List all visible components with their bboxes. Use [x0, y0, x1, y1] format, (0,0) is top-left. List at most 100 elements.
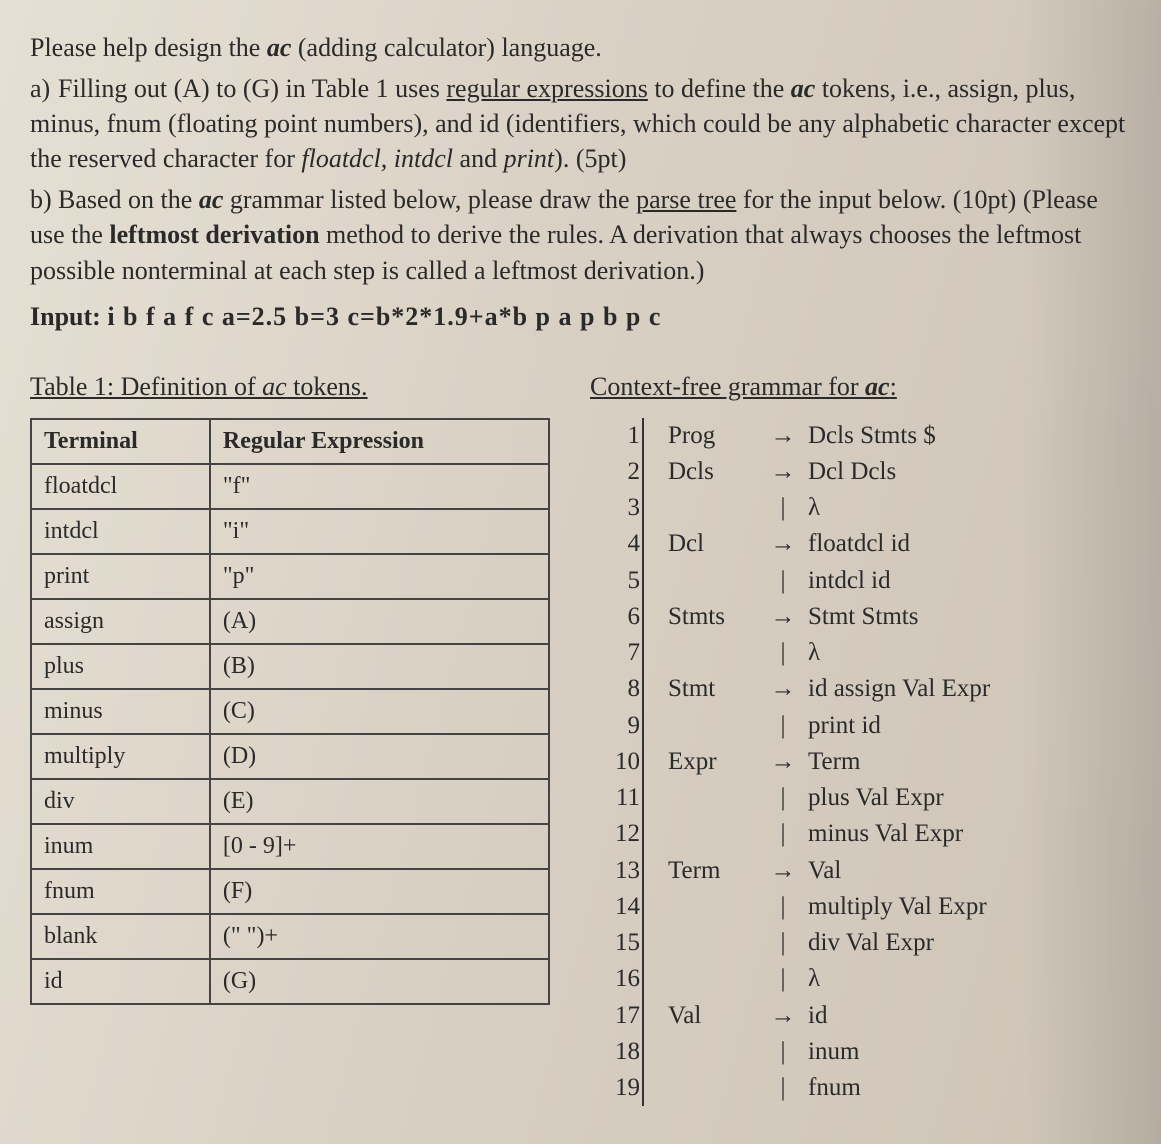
- cell-terminal: intdcl: [31, 509, 210, 554]
- rule-number: 18: [590, 1034, 642, 1070]
- text: Context-free grammar for: [590, 372, 865, 401]
- rule-rhs: λ: [808, 961, 1131, 997]
- cell-regex: (D): [210, 734, 549, 779]
- grammar-rule: 5|intdcl id: [590, 563, 1131, 599]
- rule-bar: [642, 671, 654, 707]
- table-row: print"p": [31, 554, 549, 599]
- rule-rhs: Stmt Stmts: [808, 599, 1131, 635]
- rule-bar: [642, 1070, 654, 1106]
- grammar-rule: 1 Prog→Dcls Stmts $: [590, 418, 1131, 454]
- rule-bar: [642, 998, 654, 1034]
- grammar-rule: 2Dcls→Dcl Dcls: [590, 454, 1131, 490]
- rule-arrow: |: [758, 780, 808, 816]
- rule-bar: [642, 961, 654, 997]
- rule-arrow: |: [758, 1070, 808, 1106]
- rule-lhs: Dcl: [668, 526, 758, 562]
- rule-rhs: Val: [808, 853, 1131, 889]
- grammar-rule: 14|multiply Val Expr: [590, 889, 1131, 925]
- rule-rhs: λ: [808, 490, 1131, 526]
- rule-rhs: intdcl id: [808, 563, 1131, 599]
- rule-arrow: →: [758, 671, 808, 707]
- rule-lhs: [668, 1034, 758, 1070]
- cell-terminal: fnum: [31, 869, 210, 914]
- rule-lhs: Val: [668, 998, 758, 1034]
- rule-arrow: |: [758, 889, 808, 925]
- rule-rhs: Dcls Stmts $: [808, 418, 1131, 454]
- rule-lhs: [668, 563, 758, 599]
- rule-lhs: [668, 1070, 758, 1106]
- rule-bar: [642, 1034, 654, 1070]
- rule-number: 12: [590, 816, 642, 852]
- rule-rhs: div Val Expr: [808, 925, 1131, 961]
- grammar-rule: 4Dcl→floatdcl id: [590, 526, 1131, 562]
- text-underline: parse tree: [636, 185, 736, 214]
- cell-terminal: id: [31, 959, 210, 1004]
- grammar-rule: 16|λ: [590, 961, 1131, 997]
- table-row: plus(B): [31, 644, 549, 689]
- rule-arrow: |: [758, 816, 808, 852]
- rule-bar: [642, 490, 654, 526]
- grammar-rule: 7|λ: [590, 635, 1131, 671]
- grammar-rule: 13Term→Val: [590, 853, 1131, 889]
- col-terminal: Terminal: [31, 419, 210, 464]
- rule-arrow: |: [758, 490, 808, 526]
- table-row: multiply(D): [31, 734, 549, 779]
- rule-lhs: [668, 490, 758, 526]
- cell-regex: (" ")+: [210, 914, 549, 959]
- table-header-row: Terminal Regular Expression: [31, 419, 549, 464]
- text: tokens.: [287, 372, 368, 401]
- rule-bar: [642, 708, 654, 744]
- rule-rhs: minus Val Expr: [808, 816, 1131, 852]
- rule-arrow: →: [758, 418, 808, 454]
- col-regex: Regular Expression: [210, 419, 549, 464]
- rule-bar: [642, 889, 654, 925]
- table-row: div(E): [31, 779, 549, 824]
- text: to define the: [648, 74, 791, 103]
- rule-number: 1: [590, 418, 642, 454]
- rule-rhs: print id: [808, 708, 1131, 744]
- rule-arrow: |: [758, 635, 808, 671]
- keyword-ac: ac: [865, 372, 890, 401]
- grammar-rule: 3|λ: [590, 490, 1131, 526]
- table-row: fnum(F): [31, 869, 549, 914]
- rule-arrow: →: [758, 853, 808, 889]
- text: Please help design the: [30, 33, 267, 62]
- cell-regex: [0 - 9]+: [210, 824, 549, 869]
- text-italic: floatdcl, intdcl: [301, 144, 453, 173]
- rule-lhs: [668, 708, 758, 744]
- rule-lhs: Term: [668, 853, 758, 889]
- rule-rhs: Term: [808, 744, 1131, 780]
- cell-regex: (E): [210, 779, 549, 824]
- intro-line-1: Please help design the ac (adding calcul…: [30, 30, 1131, 65]
- table-row: blank(" ")+: [31, 914, 549, 959]
- rule-number: 2: [590, 454, 642, 490]
- grammar-rule: 18|inum: [590, 1034, 1131, 1070]
- cell-terminal: blank: [31, 914, 210, 959]
- rule-arrow: |: [758, 961, 808, 997]
- rule-number: 17: [590, 998, 642, 1034]
- text: ). (5pt): [554, 144, 626, 173]
- text: Based on the: [58, 185, 199, 214]
- rule-bar: [642, 780, 654, 816]
- rule-lhs: Prog: [668, 418, 758, 454]
- cell-regex: "i": [210, 509, 549, 554]
- grammar-rule: 10Expr→Term: [590, 744, 1131, 780]
- rule-bar: [642, 635, 654, 671]
- grammar-rule: 19|fnum: [590, 1070, 1131, 1106]
- rule-lhs: [668, 635, 758, 671]
- text-italic: print: [504, 144, 555, 173]
- grammar-rule: 9|print id: [590, 708, 1131, 744]
- grammar-rule: 6Stmts→Stmt Stmts: [590, 599, 1131, 635]
- cell-regex: (F): [210, 869, 549, 914]
- table-row: id(G): [31, 959, 549, 1004]
- rule-rhs: fnum: [808, 1070, 1131, 1106]
- cell-terminal: div: [31, 779, 210, 824]
- rule-lhs: Dcls: [668, 454, 758, 490]
- rule-lhs: [668, 925, 758, 961]
- table-caption: Table 1: Definition of ac tokens.: [30, 372, 550, 402]
- problem-statement: Please help design the ac (adding calcul…: [30, 30, 1131, 288]
- rule-rhs: Dcl Dcls: [808, 454, 1131, 490]
- rule-lhs: Stmts: [668, 599, 758, 635]
- rule-lhs: [668, 780, 758, 816]
- left-column: Table 1: Definition of ac tokens. Termin…: [30, 372, 550, 1107]
